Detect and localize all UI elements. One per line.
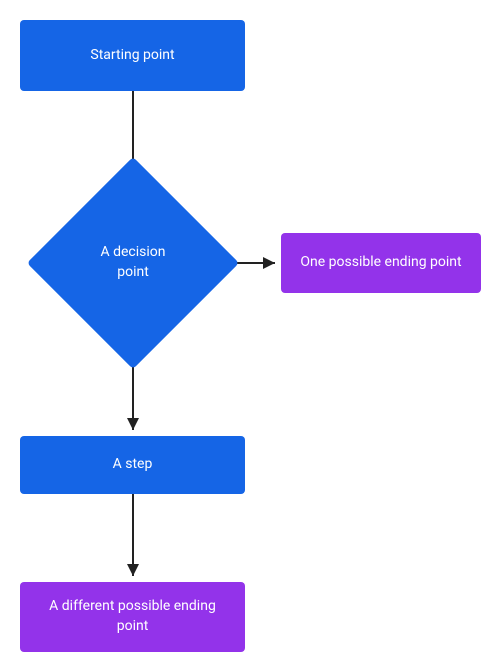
node-decision-label: A decision point bbox=[58, 188, 208, 338]
node-step-label: A step bbox=[113, 455, 153, 475]
node-start: Starting point bbox=[20, 20, 245, 91]
node-end-right: One possible ending point bbox=[281, 233, 481, 293]
node-end-bottom-label: A different possible ending point bbox=[32, 597, 233, 636]
node-step: A step bbox=[20, 436, 245, 494]
node-start-label: Starting point bbox=[90, 46, 174, 66]
node-end-bottom: A different possible ending point bbox=[20, 582, 245, 652]
node-decision: A decision point bbox=[58, 188, 208, 338]
node-end-right-label: One possible ending point bbox=[300, 253, 461, 273]
